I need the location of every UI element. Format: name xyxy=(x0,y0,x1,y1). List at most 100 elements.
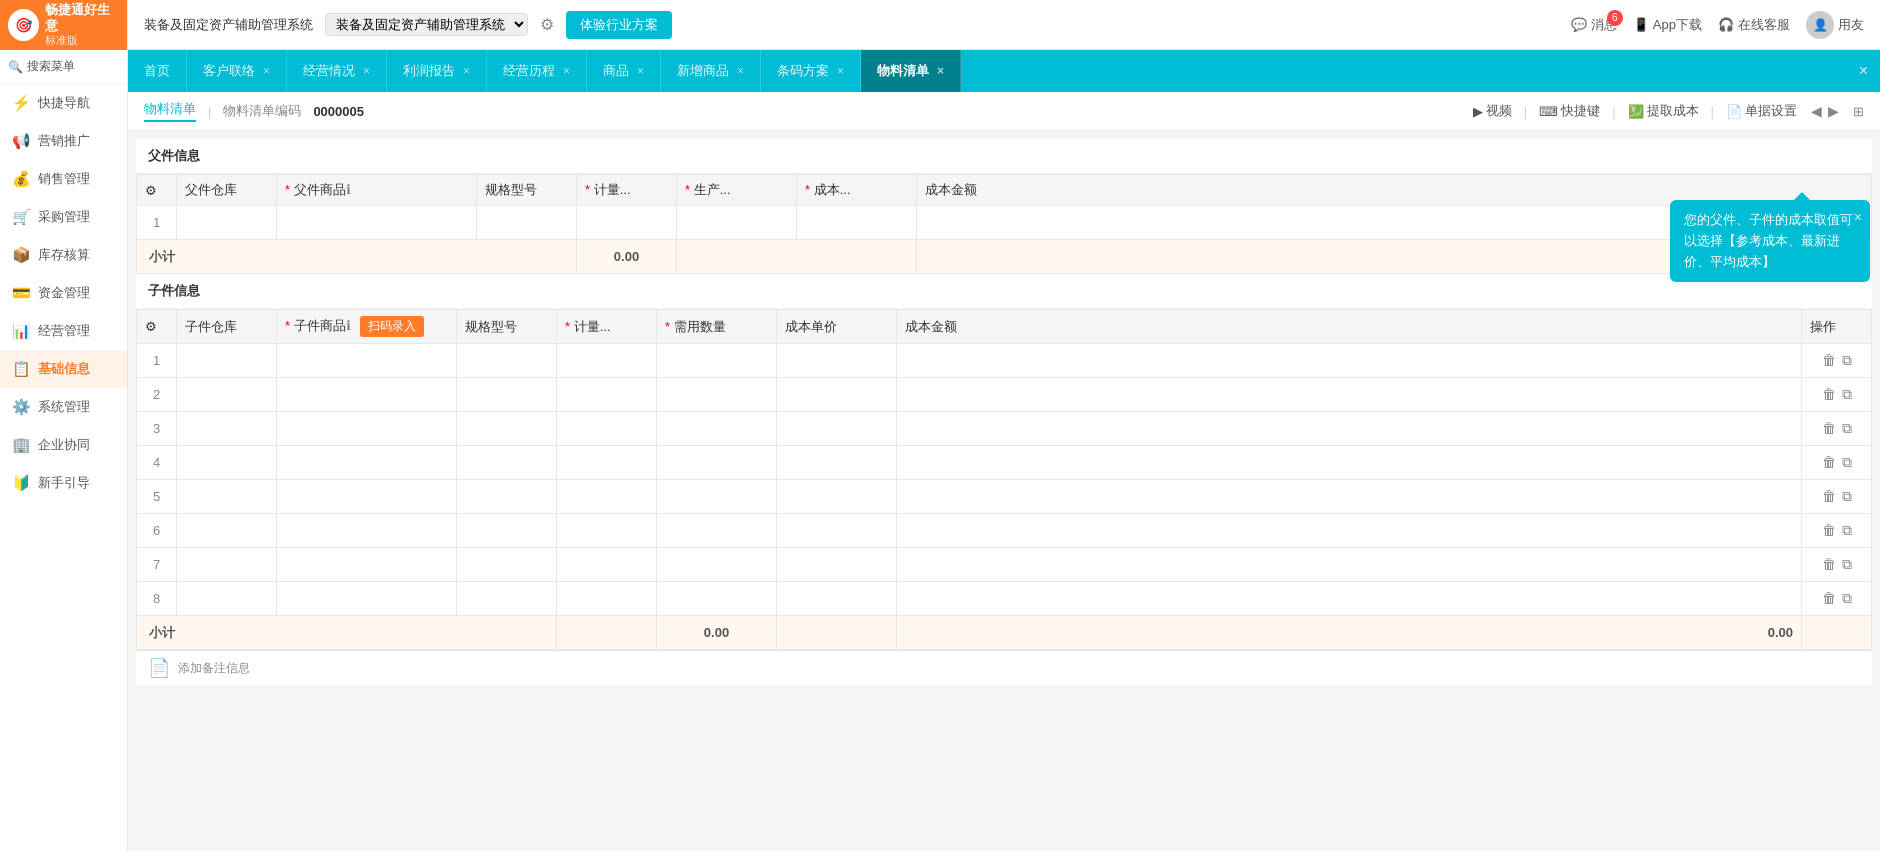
tab-operations-status[interactable]: 经营情况 × xyxy=(287,50,387,92)
child-spec-1[interactable] xyxy=(457,344,557,378)
nav-tabs: 首页 客户联络 × 经营情况 × 利润报告 × 经营历程 × 商品 × 新增商品… xyxy=(128,50,1880,92)
parent-col-settings: ⚙ xyxy=(137,175,177,206)
parent-col-goods: * 父件商品ℹ xyxy=(277,175,477,206)
tab-customer[interactable]: 客户联络 × xyxy=(187,50,287,92)
child-section: 子件信息 ⚙ 子件仓库 * 子件商品ℹ 扫码录入 规格型号 * 计量... * … xyxy=(136,274,1872,650)
sub-header-code-value: 0000005 xyxy=(313,104,364,119)
sidebar-item-basic-info[interactable]: 📋 基础信息 xyxy=(0,350,127,388)
parent-col-warehouse: 父件仓库 xyxy=(177,175,277,206)
child-table-row: 3 🗑⧉ xyxy=(137,412,1872,446)
tab-new-goods[interactable]: 新增商品 × xyxy=(661,50,761,92)
search-menu[interactable]: 🔍 搜索菜单 xyxy=(0,50,127,84)
sidebar: 🎯 畅捷通好生意 标准版 🔍 搜索菜单 ⚡ 快捷导航 📢 营销推广 💰 销售管理… xyxy=(0,0,128,851)
close-barcode-tab[interactable]: × xyxy=(837,64,844,78)
copy-icon-6[interactable]: ⧉ xyxy=(1842,522,1852,539)
video-btn[interactable]: ▶ 视频 xyxy=(1473,102,1512,120)
parent-goods-cell[interactable] xyxy=(277,206,477,240)
online-service-btn[interactable]: 🎧 在线客服 xyxy=(1718,16,1790,34)
child-settings-icon[interactable]: ⚙ xyxy=(145,319,157,334)
logo-icon: 🎯 xyxy=(8,9,39,41)
delete-icon-2[interactable]: 🗑 xyxy=(1822,386,1836,403)
sidebar-item-guide[interactable]: 🔰 新手引导 xyxy=(0,464,127,502)
delete-icon-7[interactable]: 🗑 xyxy=(1822,556,1836,573)
tab-home[interactable]: 首页 xyxy=(128,50,187,92)
settings-icon[interactable]: ⚙ xyxy=(145,183,157,198)
parent-spec-cell[interactable] xyxy=(477,206,577,240)
delete-icon-8[interactable]: 🗑 xyxy=(1822,590,1836,607)
sub-header-code-label: 物料清单编码 xyxy=(223,102,301,120)
sub-tab-bom[interactable]: 物料清单 xyxy=(144,100,196,122)
copy-icon-8[interactable]: ⧉ xyxy=(1842,590,1852,607)
sidebar-item-system[interactable]: ⚙️ 系统管理 xyxy=(0,388,127,426)
sidebar-item-sales[interactable]: 💰 销售管理 xyxy=(0,160,127,198)
delete-icon-4[interactable]: 🗑 xyxy=(1822,454,1836,471)
child-qty-1[interactable] xyxy=(657,344,777,378)
child-warehouse-1[interactable] xyxy=(177,344,277,378)
purchase-icon: 🛒 xyxy=(12,208,30,226)
copy-icon-4[interactable]: ⧉ xyxy=(1842,454,1852,471)
parent-table-row: 1 xyxy=(137,206,1872,240)
gear-icon[interactable]: ⚙ xyxy=(540,15,554,34)
sidebar-item-purchase[interactable]: 🛒 采购管理 xyxy=(0,198,127,236)
tab-bom[interactable]: 物料清单 × xyxy=(861,50,961,92)
parent-col-production: * 生产... xyxy=(677,175,797,206)
sidebar-item-quick-nav[interactable]: ⚡ 快捷导航 xyxy=(0,84,127,122)
video-icon: ▶ xyxy=(1473,104,1483,119)
experience-btn[interactable]: 体验行业方案 xyxy=(566,11,672,39)
system-name: 装备及固定资产辅助管理系统 xyxy=(144,16,313,34)
tab-operations-history[interactable]: 经营历程 × xyxy=(487,50,587,92)
delete-icon-5[interactable]: 🗑 xyxy=(1822,488,1836,505)
close-customer-tab[interactable]: × xyxy=(263,64,270,78)
next-arrow[interactable]: ▶ xyxy=(1826,103,1841,119)
tab-goods[interactable]: 商品 × xyxy=(587,50,661,92)
system-icon: ⚙️ xyxy=(12,398,30,416)
child-table-row: 1 🗑 ⧉ xyxy=(137,344,1872,378)
copy-icon-3[interactable]: ⧉ xyxy=(1842,420,1852,437)
copy-icon-7[interactable]: ⧉ xyxy=(1842,556,1852,573)
delete-icon-1[interactable]: 🗑 xyxy=(1822,352,1836,369)
close-operations-history-tab[interactable]: × xyxy=(563,64,570,78)
shortcut-btn[interactable]: ⌨ 快捷键 xyxy=(1539,102,1600,120)
sidebar-item-enterprise[interactable]: 🏢 企业协同 xyxy=(0,426,127,464)
sidebar-item-marketing[interactable]: 📢 营销推广 xyxy=(0,122,127,160)
parent-production-cell[interactable] xyxy=(677,206,797,240)
delete-icon-3[interactable]: 🗑 xyxy=(1822,420,1836,437)
copy-icon-1[interactable]: ⧉ xyxy=(1842,352,1852,369)
single-settings-btn[interactable]: 📄 单据设置 xyxy=(1726,102,1797,120)
grid-icon[interactable]: ⊞ xyxy=(1853,104,1864,119)
close-operations-status-tab[interactable]: × xyxy=(363,64,370,78)
child-col-qty: * 需用数量 xyxy=(657,310,777,344)
app-download-btn[interactable]: 📱 App下载 xyxy=(1633,16,1702,34)
tooltip-close-btn[interactable]: × xyxy=(1854,206,1862,228)
tab-barcode[interactable]: 条码方案 × xyxy=(761,50,861,92)
child-goods-1[interactable] xyxy=(277,344,457,378)
child-unit-cost-1[interactable] xyxy=(777,344,897,378)
child-table-row: 6 🗑⧉ xyxy=(137,514,1872,548)
tab-profit-report[interactable]: 利润报告 × xyxy=(387,50,487,92)
parent-cost-cell[interactable] xyxy=(797,206,917,240)
scan-btn[interactable]: 扫码录入 xyxy=(360,316,424,337)
sidebar-item-finance[interactable]: 💳 资金管理 xyxy=(0,274,127,312)
sidebar-item-operations[interactable]: 📊 经营管理 xyxy=(0,312,127,350)
close-profit-report-tab[interactable]: × xyxy=(463,64,470,78)
close-goods-tab[interactable]: × xyxy=(637,64,644,78)
system-selector[interactable]: 装备及固定资产辅助管理系统 xyxy=(325,13,528,36)
close-bom-tab[interactable]: × xyxy=(937,64,944,78)
delete-icon-6[interactable]: 🗑 xyxy=(1822,522,1836,539)
message-badge: 6 xyxy=(1607,10,1623,26)
prev-arrow[interactable]: ◀ xyxy=(1809,103,1824,119)
close-all-tabs[interactable]: × xyxy=(1847,62,1880,80)
close-new-goods-tab[interactable]: × xyxy=(737,64,744,78)
user-menu[interactable]: 👤 用友 xyxy=(1806,11,1864,39)
child-unit-1[interactable] xyxy=(557,344,657,378)
extract-cost-btn[interactable]: 💹 提取成本 xyxy=(1628,102,1699,120)
parent-col-cost: * 成本... xyxy=(797,175,917,206)
parent-table: ⚙ 父件仓库 * 父件商品ℹ 规格型号 * 计量... * 生产... * 成本… xyxy=(136,174,1872,274)
copy-icon-2[interactable]: ⧉ xyxy=(1842,386,1852,403)
parent-warehouse-cell[interactable] xyxy=(177,206,277,240)
sidebar-item-inventory[interactable]: 📦 库存核算 xyxy=(0,236,127,274)
marketing-icon: 📢 xyxy=(12,132,30,150)
parent-unit-cell[interactable] xyxy=(577,206,677,240)
message-btn[interactable]: 💬 消息 6 xyxy=(1571,16,1617,34)
copy-icon-5[interactable]: ⧉ xyxy=(1842,488,1852,505)
